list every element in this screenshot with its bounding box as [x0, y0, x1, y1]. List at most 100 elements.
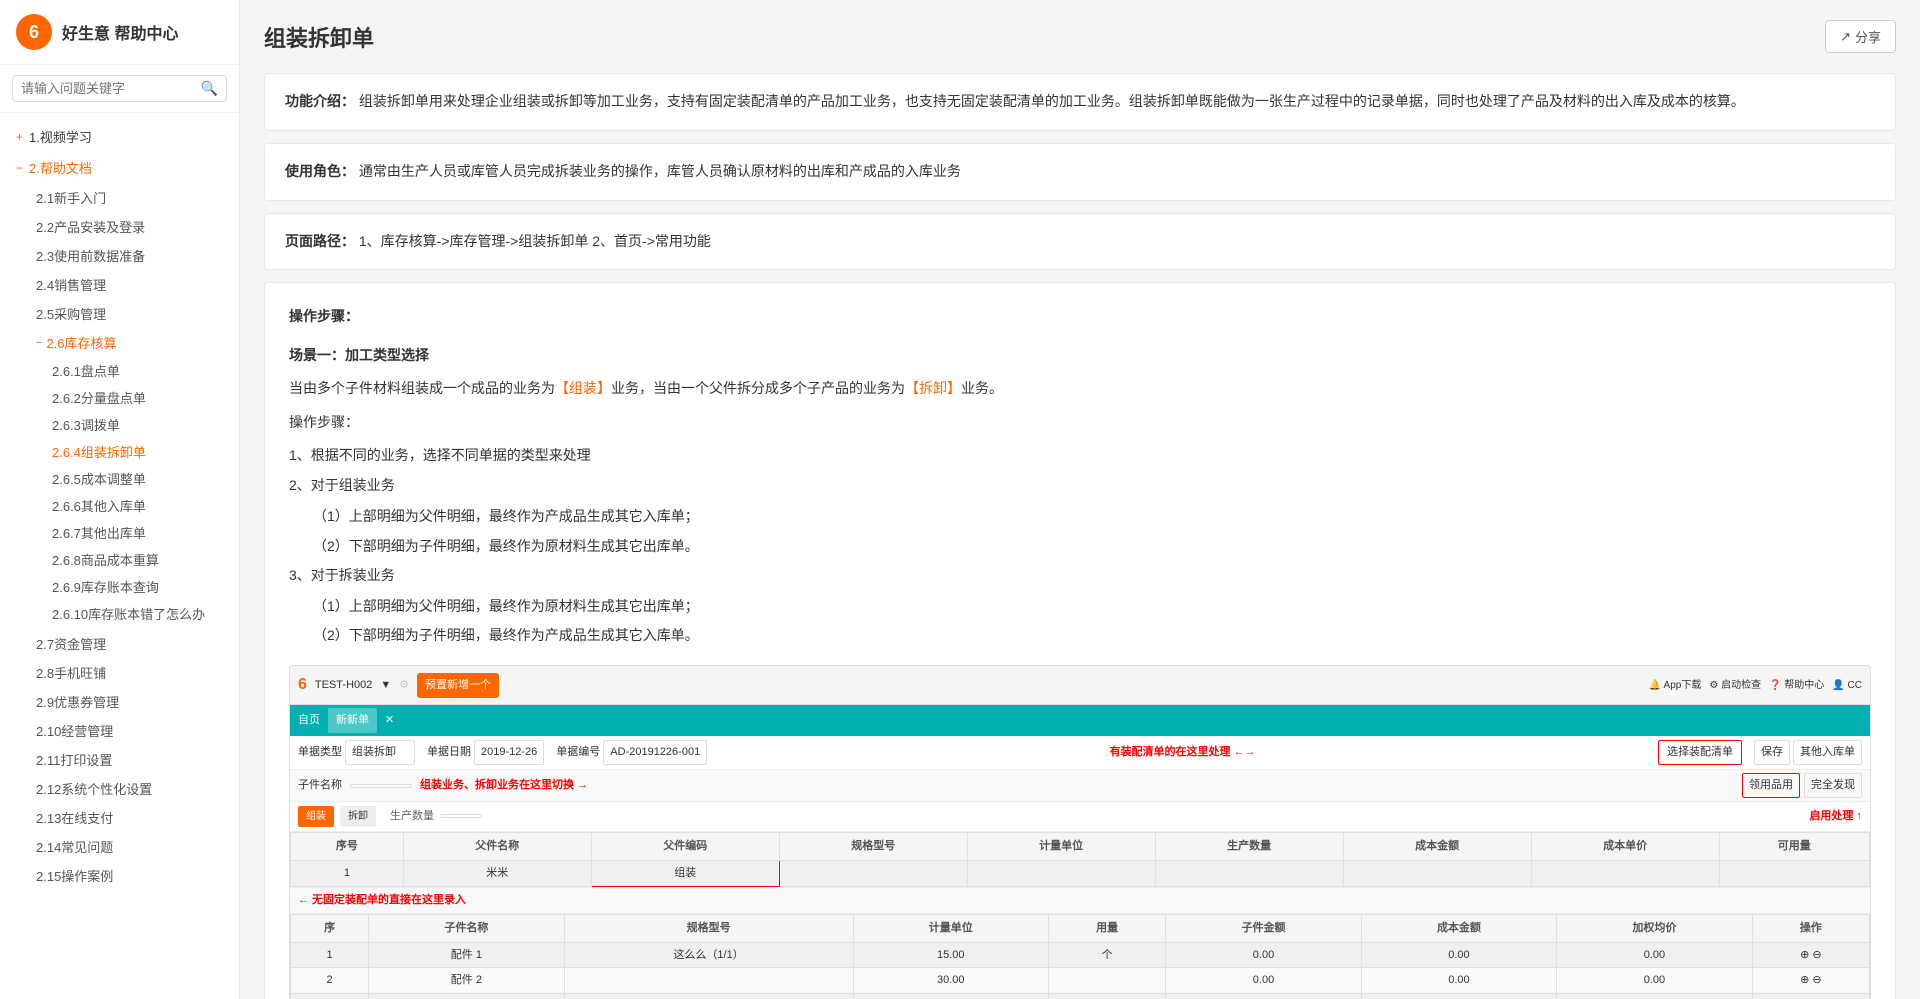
sidebar-item-mobile[interactable]: 2.8手机旺铺 [20, 658, 239, 687]
mock-nav-new[interactable]: 新新单 [328, 708, 377, 733]
table-row: 1 米米 组装 [291, 860, 1870, 886]
mock-date-field: 单据日期 2019-12-26 [427, 740, 544, 765]
sidebar-item-otherinbound[interactable]: 2.6.6其他入库单 [36, 492, 239, 519]
logo-area: 6 好生意 帮助中心 [0, 0, 239, 65]
page-path-label: 页面路径： [285, 233, 355, 249]
th-c-cost-amt: 成本金额 [1361, 914, 1556, 942]
th-c-ops: 操作 [1752, 914, 1869, 942]
logo-icon: 6 [16, 14, 52, 50]
prefix-icon-help: − [16, 161, 23, 175]
mock-preset-btn[interactable]: 预置新增一个 [417, 673, 499, 698]
th-parent-name: 父件名称 [403, 832, 591, 860]
sidebar-item-coupon[interactable]: 2.9优惠券管理 [20, 687, 239, 716]
th-c-unit: 计量单位 [853, 914, 1048, 942]
sidebar-item-faq[interactable]: 2.14常见问题 [20, 832, 239, 861]
mock-child-table-wrapper: 序 子件名称 规格型号 计量单位 用量 子件金额 成本金额 加权均价 操作 [290, 914, 1870, 999]
sidebar-item-video[interactable]: + 1.视频学习 [0, 121, 239, 152]
main-content: 组装拆卸单 ↗ 分享 功能介绍： 组装拆卸单用来处理企业组装或拆卸等加工业务，支… [240, 0, 1920, 999]
sidebar-item-adjust[interactable]: 2.6.3调拨单 [36, 411, 239, 438]
th-c-seq: 序 [291, 914, 369, 942]
sidebar-item-install[interactable]: 2.2产品安装及登录 [20, 212, 239, 241]
mock-bom-select: 选择装配清单 [1658, 740, 1742, 765]
step3-sub1: （1）上部明细为父件明细，最终作为原材料生成其它出库单； [313, 593, 1871, 620]
sidebar-item-assembly[interactable]: 2.6.4组装拆卸单 [36, 438, 239, 465]
table-row: 2 配件 2 30.00 0.00 0.00 0.00 ⊕ ⊖ [291, 968, 1870, 994]
mock-annotation-1: 有装配清单的在这里处理 ←→ [719, 742, 1646, 763]
search-icon[interactable]: 🔍 [201, 80, 218, 97]
th-c-code: 规格型号 [564, 914, 853, 942]
logo-text: 好生意 帮助中心 [62, 20, 178, 44]
scene1-desc: 当由多个子件材料组装成一个成品的业务为【组装】业务，当由一个父件拆分成多个子产品… [289, 375, 1871, 402]
mock-no-field: 单据编号 AD-20191226-001 [556, 740, 707, 765]
th-c-qty: 用量 [1049, 914, 1166, 942]
th-qty: 生产数量 [1155, 832, 1343, 860]
function-intro-card: 功能介绍： 组装拆卸单用来处理企业组装或拆卸等加工业务，支持有固定装配清单的产品… [264, 73, 1896, 131]
page-title: 组装拆卸单 [264, 21, 374, 53]
mock-disassembly-btn[interactable]: 拆卸 [340, 806, 376, 827]
step2-sub2: （2）下部明细为子件明细，最终作为原材料生成其它出库单。 [313, 533, 1871, 560]
th-seq: 序号 [291, 832, 404, 860]
user-role-label: 使用角色： [285, 163, 355, 179]
sidebar-item-fund[interactable]: 2.7资金管理 [20, 629, 239, 658]
mock-child-table: 序 子件名称 规格型号 计量单位 用量 子件金额 成本金额 加权均价 操作 [290, 914, 1870, 999]
sidebar-item-stockcount[interactable]: 2.6.1盘点单 [36, 357, 239, 384]
th-c-sub-amt: 子件金额 [1166, 914, 1361, 942]
sidebar-item-stockcheck[interactable]: 2.6.9库存账本查询 [36, 573, 239, 600]
sidebar-item-prepare[interactable]: 2.3使用前数据准备 [20, 241, 239, 270]
sidebar-item-split[interactable]: 2.6.2分量盘点单 [36, 384, 239, 411]
mock-nav-home[interactable]: 自页 [298, 710, 320, 731]
nav-sub-inventory: 2.6.1盘点单 2.6.2分量盘点单 2.6.3调拨单 2.6.4组装拆卸单 … [20, 357, 239, 627]
mock-sub-action-bar: 子件名称 组装业务、拆卸业务在这里切换 → 领用品用 完全发现 [290, 770, 1870, 802]
nav-sub-help: 2.1新手入门 2.2产品安装及登录 2.3使用前数据准备 2.4销售管理 2.… [0, 183, 239, 890]
step2: 2、对于组装业务 [289, 472, 1871, 499]
th-cost-price: 成本单价 [1531, 832, 1719, 860]
mock-nav-close[interactable]: ✕ [385, 710, 394, 731]
sidebar-item-cases[interactable]: 2.15操作案例 [20, 861, 239, 890]
mock-type-toggle: 组装 拆卸 生产数量 启用处理 ↑ [290, 802, 1870, 832]
sidebar-item-print[interactable]: 2.11打印设置 [20, 745, 239, 774]
mock-parent-table: 序号 父件名称 父件编码 规格型号 计量单位 生产数量 成本金额 成本单价 可用… [290, 832, 1870, 887]
sidebar-item-system[interactable]: 2.12系统个性化设置 [20, 774, 239, 803]
sidebar: 6 好生意 帮助中心 🔍 + 1.视频学习 − 2.帮助文档 2.1新手入门 2… [0, 0, 240, 999]
sidebar-item-pay[interactable]: 2.13在线支付 [20, 803, 239, 832]
th-cost-amount: 成本金额 [1343, 832, 1531, 860]
mock-assembly-btn[interactable]: 组装 [298, 806, 334, 827]
step2-sub1: （1）上部明细为父件明细，最终作为产成品生成其它入库单； [313, 503, 1871, 530]
step3-sub2: （2）下部明细为子件明细，最终作为产成品生成其它入库单。 [313, 622, 1871, 649]
sidebar-item-inventory[interactable]: − 2.6库存核算 [20, 328, 239, 357]
share-icon: ↗ [1840, 29, 1851, 45]
user-role-card: 使用角色： 通常由生产人员或库管人员完成拆装业务的操作，库管人员确认原材料的出库… [264, 143, 1896, 201]
sidebar-item-costcalc[interactable]: 2.6.8商品成本重算 [36, 546, 239, 573]
sidebar-item-help[interactable]: − 2.帮助文档 [0, 152, 239, 183]
function-intro-label: 功能介绍： [285, 93, 355, 109]
share-button[interactable]: ↗ 分享 [1825, 20, 1896, 53]
mock-teal-bar: 自页 新新单 ✕ [290, 705, 1870, 736]
sidebar-item-newbie[interactable]: 2.1新手入门 [20, 183, 239, 212]
mock-top-bar: 6 TEST-H002 ▼ ⚙ 预置新增一个 🔔 App下载 ⚙ 启动检查 ❓ … [290, 666, 1870, 705]
th-available: 可用量 [1719, 832, 1869, 860]
sidebar-item-otheroutbound[interactable]: 2.6.7其他出库单 [36, 519, 239, 546]
step3: 3、对于拆装业务 [289, 562, 1871, 589]
mock-parent-table-wrapper: 序号 父件名称 父件编码 规格型号 计量单位 生产数量 成本金额 成本单价 可用… [290, 832, 1870, 887]
mock-action-btns: 保存 其他入库单 [1754, 740, 1862, 765]
main-header: 组装拆卸单 ↗ 分享 [264, 20, 1896, 53]
nav-tree: + 1.视频学习 − 2.帮助文档 2.1新手入门 2.2产品安装及登录 2.3… [0, 113, 239, 999]
mock-lower-header: ← 无固定装配单的直接在这里录入 [290, 887, 1870, 914]
mock-screenshot: 6 TEST-H002 ▼ ⚙ 预置新增一个 🔔 App下载 ⚙ 启动检查 ❓ … [290, 666, 1870, 999]
sidebar-item-stockerror[interactable]: 2.6.10库存账本错了怎么办 [36, 600, 239, 627]
page-path-text: 1、库存核算->库存管理->组装拆卸单 2、首页->常用功能 [359, 233, 711, 249]
sidebar-item-purchase[interactable]: 2.5采购管理 [20, 299, 239, 328]
sidebar-item-biz[interactable]: 2.10经营管理 [20, 716, 239, 745]
sidebar-item-cost[interactable]: 2.6.5成本调整单 [36, 465, 239, 492]
th-c-cost-price: 加权均价 [1557, 914, 1752, 942]
share-label: 分享 [1855, 27, 1881, 46]
search-area: 🔍 [0, 65, 239, 113]
search-box[interactable]: 🔍 [12, 75, 227, 102]
sidebar-item-sales[interactable]: 2.4销售管理 [20, 270, 239, 299]
scene1-title: 场景一：加工类型选择 [289, 342, 1871, 369]
steps-section: 操作步骤： 场景一：加工类型选择 当由多个子件材料组装成一个成品的业务为【组装】… [264, 282, 1896, 999]
search-input[interactable] [21, 81, 201, 96]
th-parent-code: 父件编码 [591, 832, 779, 860]
steps-sub-title: 操作步骤： [289, 409, 1871, 436]
user-role-text: 通常由生产人员或库管人员完成拆装业务的操作，库管人员确认原材料的出库和产成品的入… [359, 163, 961, 179]
